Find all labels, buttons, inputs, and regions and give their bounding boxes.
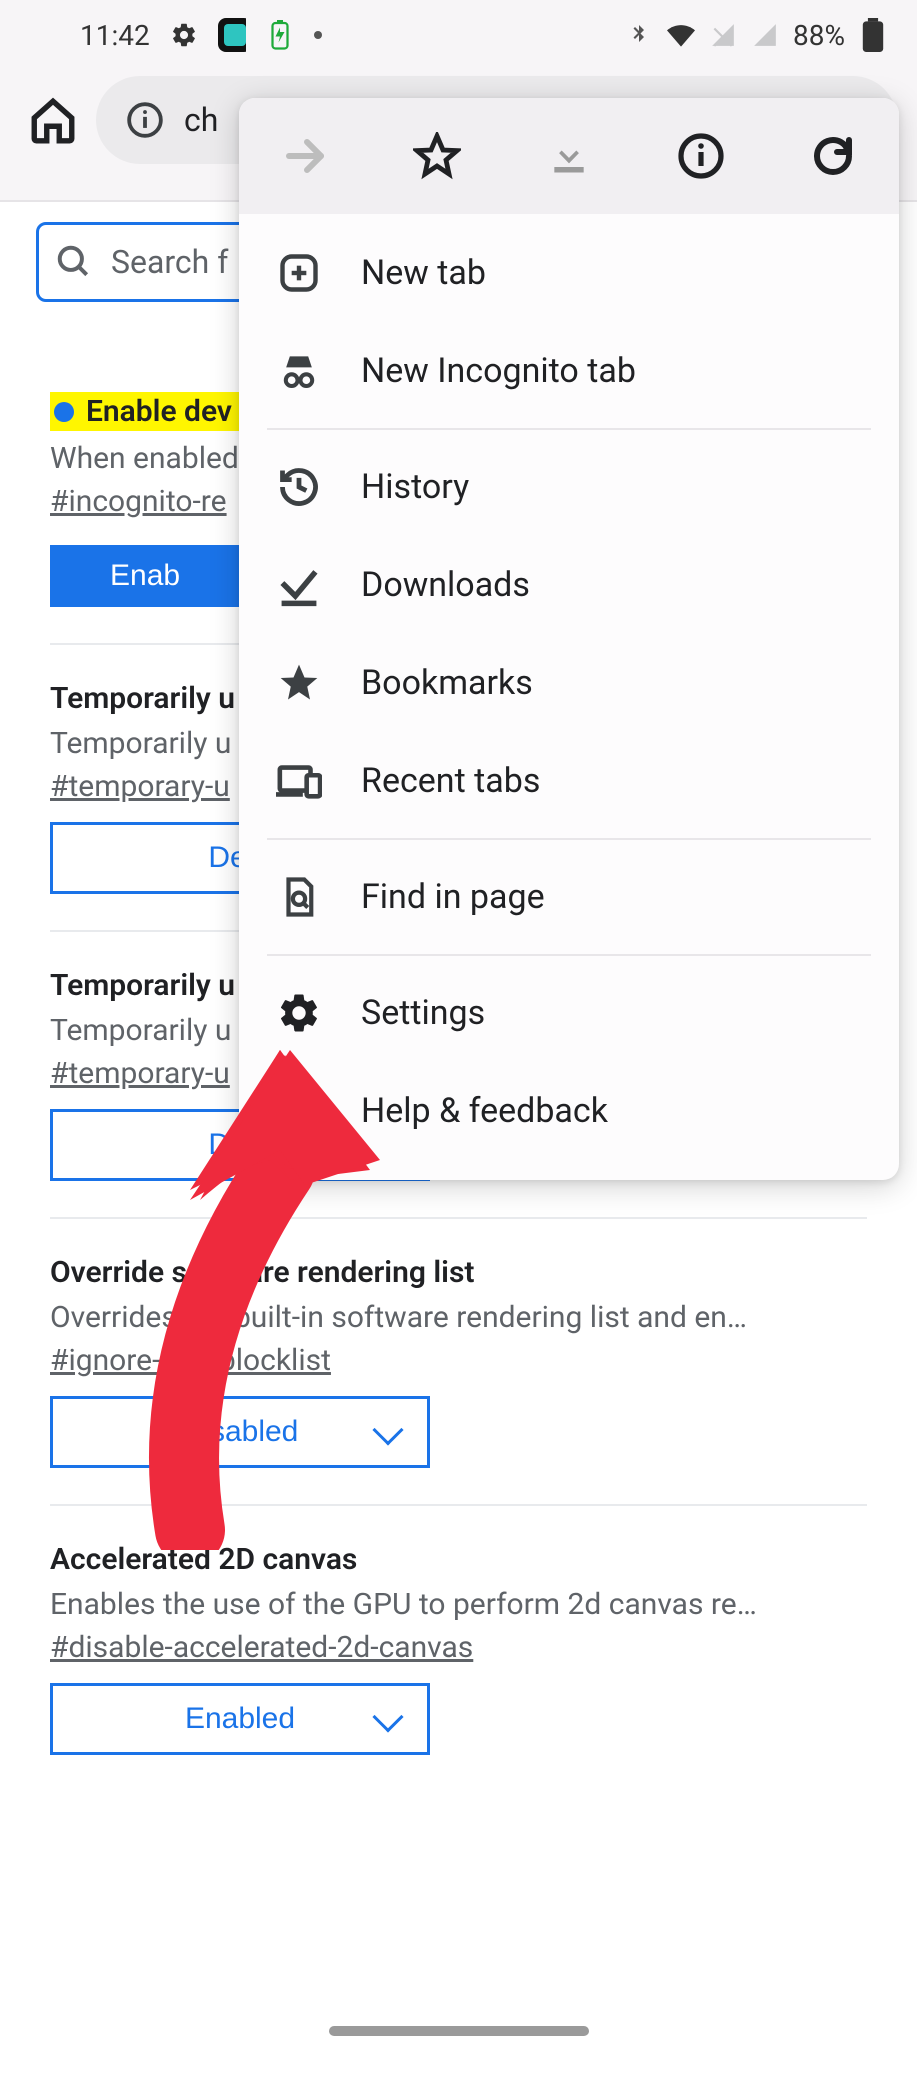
flag-select[interactable]: Disabled <box>50 1396 430 1468</box>
menu-incognito[interactable]: New Incognito tab <box>239 322 899 420</box>
search-icon <box>55 243 93 281</box>
flag-title: Accelerated 2D canvas <box>50 1542 901 1577</box>
check-underline-icon <box>275 561 323 609</box>
flag-title: Enable dev <box>86 394 232 429</box>
menu-label: Recent tabs <box>361 761 540 801</box>
info-icon <box>126 101 164 139</box>
nav-bar-indicator <box>329 2026 589 2036</box>
status-time: 11:42 <box>80 19 150 52</box>
flag-desc: Enables the use of the GPU to perform 2d… <box>50 1587 901 1622</box>
reload-button[interactable] <box>809 132 857 180</box>
star-icon <box>275 659 323 707</box>
flag-title: Override software rendering list <box>50 1255 901 1290</box>
dot-icon <box>54 402 74 422</box>
menu-bookmarks[interactable]: Bookmarks <box>239 634 899 732</box>
more-indicator-icon <box>314 31 322 39</box>
overflow-menu: New tab New Incognito tab History Downlo… <box>239 98 899 1180</box>
menu-label: Find in page <box>361 877 545 917</box>
menu-settings[interactable]: Settings <box>239 964 899 1062</box>
history-icon <box>275 463 323 511</box>
menu-history[interactable]: History <box>239 438 899 536</box>
flag-hash: #disable-accelerated-2d-canvas <box>50 1630 901 1665</box>
menu-new-tab[interactable]: New tab <box>239 224 899 322</box>
signal-icon-2 <box>751 21 779 49</box>
omnibox-text: ch <box>184 101 218 139</box>
menu-label: Bookmarks <box>361 663 533 703</box>
plus-square-icon <box>275 249 323 297</box>
flag-item: Accelerated 2D canvas Enables the use of… <box>0 1506 917 1791</box>
menu-help[interactable]: Help & feedback <box>239 1062 899 1160</box>
flag-hash: #ignore-gpu-blocklist <box>50 1343 901 1378</box>
flag-item: Override software rendering list Overrid… <box>0 1219 917 1504</box>
info-button[interactable] <box>677 132 725 180</box>
bluetooth-icon <box>625 21 653 49</box>
flag-desc: Overrides the built-in software renderin… <box>50 1300 901 1335</box>
menu-label: New tab <box>361 253 486 293</box>
battery-percent: 88% <box>793 19 845 52</box>
find-in-page-icon <box>275 873 323 921</box>
home-button[interactable] <box>28 95 78 145</box>
menu-label: History <box>361 467 469 507</box>
battery-icon <box>859 21 887 49</box>
signal-icon-1 <box>709 21 737 49</box>
search-placeholder: Search f <box>111 243 228 281</box>
menu-label: Help & feedback <box>361 1091 608 1131</box>
wifi-icon <box>667 21 695 49</box>
gear-icon <box>170 21 198 49</box>
status-bar: 11:42 88% <box>0 0 917 70</box>
incognito-icon <box>275 347 323 395</box>
battery-charging-icon <box>266 21 294 49</box>
download-button[interactable] <box>545 132 593 180</box>
bookmark-button[interactable] <box>413 132 461 180</box>
forward-button[interactable] <box>281 132 329 180</box>
app-icon <box>218 21 246 49</box>
menu-downloads[interactable]: Downloads <box>239 536 899 634</box>
devices-icon <box>275 757 323 805</box>
chevron-down-icon <box>372 1701 403 1732</box>
menu-label: Settings <box>361 993 485 1033</box>
gear-icon <box>275 989 323 1037</box>
menu-label: New Incognito tab <box>361 351 636 391</box>
menu-recent-tabs[interactable]: Recent tabs <box>239 732 899 830</box>
menu-label: Downloads <box>361 565 530 605</box>
menu-find-in-page[interactable]: Find in page <box>239 848 899 946</box>
chevron-down-icon <box>372 1414 403 1445</box>
flag-enable-button[interactable]: Enab <box>50 545 240 607</box>
help-icon <box>275 1087 323 1135</box>
flag-select[interactable]: Enabled <box>50 1683 430 1755</box>
